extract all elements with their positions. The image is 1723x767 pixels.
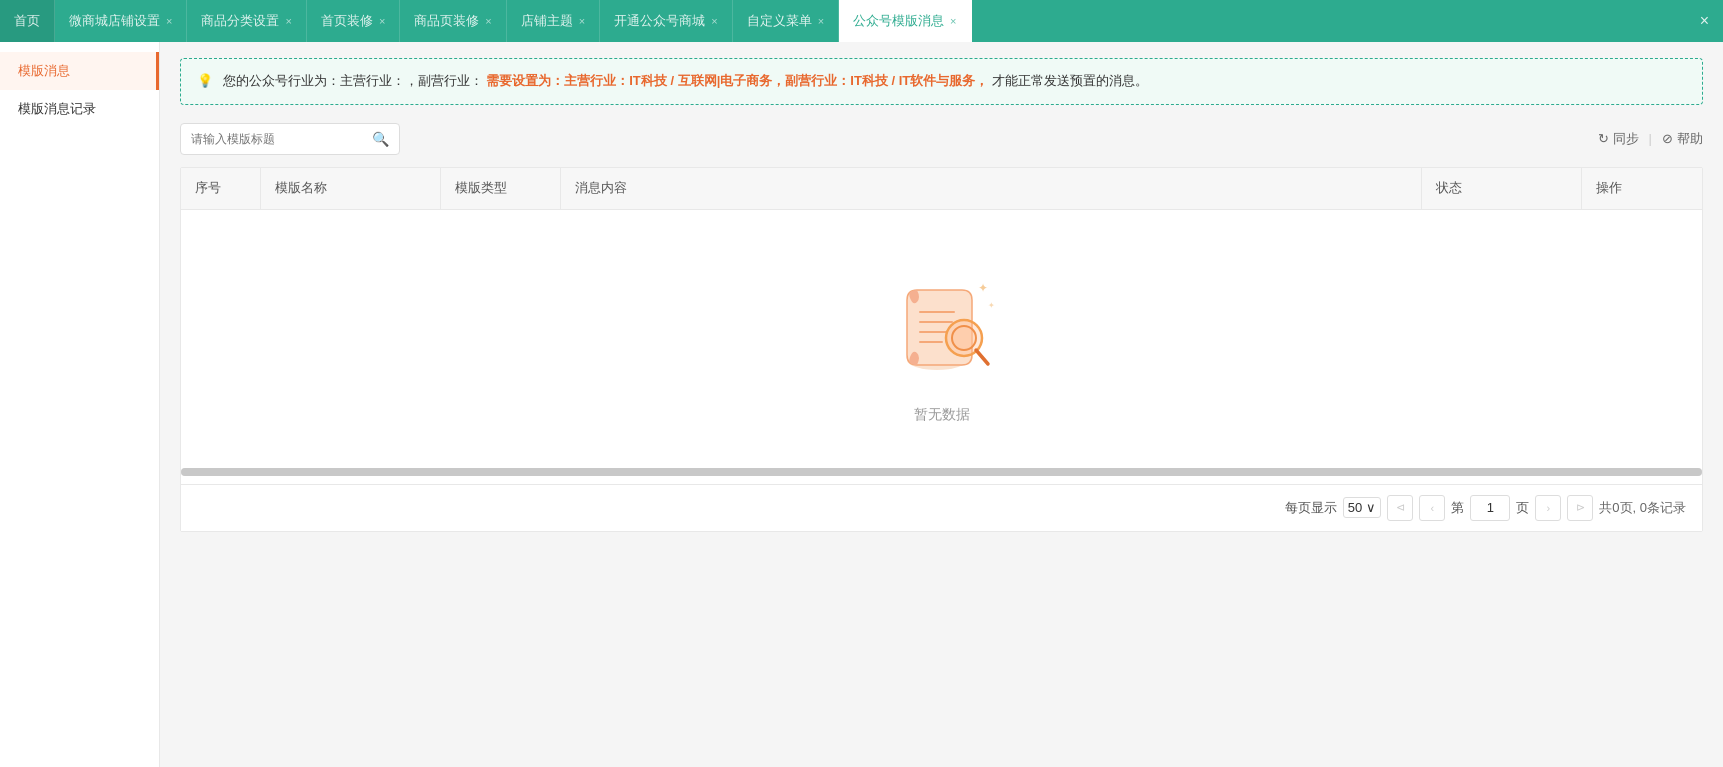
toolbar-divider: | — [1649, 131, 1652, 146]
close-icon[interactable]: × — [711, 15, 717, 27]
di-label: 第 — [1451, 499, 1464, 517]
notice-suffix: 才能正常发送预置的消息。 — [992, 73, 1148, 88]
nav-tab-open-mall[interactable]: 开通公众号商城 × — [600, 0, 732, 42]
total-info: 共0页, 0条记录 — [1599, 499, 1686, 517]
close-icon[interactable]: × — [166, 15, 172, 27]
table-header-name: 模版名称 — [261, 168, 441, 209]
close-icon[interactable]: × — [579, 15, 585, 27]
close-icon[interactable]: × — [818, 15, 824, 27]
search-area: 🔍 — [180, 123, 400, 155]
last-page-button[interactable]: ⊳ — [1567, 495, 1593, 521]
scrollbar-thumb[interactable] — [181, 468, 1702, 476]
empty-illustration: ✦ ✦ — [882, 270, 1002, 390]
table-header-status: 状态 — [1422, 168, 1582, 209]
page-unit: 页 — [1516, 499, 1529, 517]
nav-tab-template-msg[interactable]: 公众号模版消息 × — [839, 0, 971, 42]
sidebar-item-template-msg[interactable]: 模版消息 — [0, 52, 159, 90]
notice-prefix: 您的公众号行业为：主营行业：，副营行业： — [223, 73, 483, 88]
close-icon[interactable]: × — [485, 15, 491, 27]
pagination-bar: 每页显示 50 ∨ ⊲ ‹ 第 页 › ⊳ 共0页, 0条记录 — [181, 484, 1702, 531]
nav-tab-template-msg-label: 公众号模版消息 — [853, 12, 944, 30]
nav-tab-shop-theme[interactable]: 店铺主题 × — [507, 0, 600, 42]
search-button[interactable]: 🔍 — [362, 131, 399, 147]
search-icon: 🔍 — [372, 131, 389, 147]
notice-highlight: 需要设置为：主营行业：IT科技 / 互联网|电子商务，副营行业：IT科技 / I… — [486, 73, 988, 88]
data-table: 序号 模版名称 模版类型 消息内容 状态 操作 — [180, 167, 1703, 532]
table-header: 序号 模版名称 模版类型 消息内容 状态 操作 — [181, 168, 1702, 210]
nav-tab-shop-theme-label: 店铺主题 — [521, 12, 573, 30]
nav-tab-custom-menu[interactable]: 自定义菜单 × — [733, 0, 839, 42]
sync-button[interactable]: ↻ 同步 — [1598, 130, 1639, 148]
notice-box: 💡 您的公众号行业为：主营行业：，副营行业： 需要设置为：主营行业：IT科技 /… — [180, 58, 1703, 105]
column-label: 模版名称 — [275, 179, 327, 197]
nav-tab-wechat-shop[interactable]: 微商城店铺设置 × — [55, 0, 187, 42]
sidebar-item-label: 模版消息 — [18, 63, 70, 78]
nav-tab-product-category[interactable]: 商品分类设置 × — [187, 0, 306, 42]
close-icon[interactable]: × — [950, 15, 956, 27]
svg-text:✦: ✦ — [978, 281, 988, 295]
column-label: 状态 — [1436, 179, 1462, 197]
table-header-action: 操作 — [1582, 168, 1702, 209]
table-header-index: 序号 — [181, 168, 261, 209]
svg-text:✦: ✦ — [988, 301, 995, 310]
sidebar-item-label: 模版消息记录 — [18, 101, 96, 116]
nav-tab-home-decoration[interactable]: 首页装修 × — [307, 0, 400, 42]
nav-tab-product-decoration[interactable]: 商品页装修 × — [400, 0, 506, 42]
nav-tab-wechat-shop-label: 微商城店铺设置 — [69, 12, 160, 30]
toolbar: 🔍 ↻ 同步 | ⊘ 帮助 — [180, 123, 1703, 155]
table-header-type: 模版类型 — [441, 168, 561, 209]
sidebar: 模版消息 模版消息记录 — [0, 42, 160, 767]
help-label: 帮助 — [1677, 130, 1703, 148]
empty-state: ✦ ✦ 暂无数据 — [181, 210, 1702, 464]
first-page-button[interactable]: ⊲ — [1387, 495, 1413, 521]
column-label: 序号 — [195, 179, 221, 197]
sidebar-item-template-msg-record[interactable]: 模版消息记录 — [0, 90, 159, 128]
nav-tab-open-mall-label: 开通公众号商城 — [614, 12, 705, 30]
nav-tab-home-decoration-label: 首页装修 — [321, 12, 373, 30]
nav-tab-home[interactable]: 首页 — [0, 0, 55, 42]
table-header-content: 消息内容 — [561, 168, 1422, 209]
pagination-right: 每页显示 50 ∨ ⊲ ‹ 第 页 › ⊳ 共0页, 0条记录 — [1285, 495, 1686, 521]
nav-tab-product-category-label: 商品分类设置 — [201, 12, 279, 30]
notice-icon: 💡 — [197, 73, 213, 88]
column-label: 模版类型 — [455, 179, 507, 197]
close-icon[interactable]: × — [379, 15, 385, 27]
help-button[interactable]: ⊘ 帮助 — [1662, 130, 1703, 148]
top-nav: 首页 微商城店铺设置 × 商品分类设置 × 首页装修 × 商品页装修 × 店铺主… — [0, 0, 1723, 42]
svg-line-7 — [976, 350, 988, 364]
close-all-icon: × — [1700, 12, 1709, 30]
next-page-button[interactable]: › — [1535, 495, 1561, 521]
column-label: 操作 — [1596, 179, 1622, 197]
sync-icon: ↻ — [1598, 131, 1609, 146]
svg-point-6 — [952, 326, 976, 350]
nav-tab-product-decoration-label: 商品页装修 — [414, 12, 479, 30]
main-layout: 模版消息 模版消息记录 💡 您的公众号行业为：主营行业：，副营行业： 需要设置为… — [0, 42, 1723, 767]
close-icon[interactable]: × — [285, 15, 291, 27]
close-all-button[interactable]: × — [1686, 0, 1723, 42]
help-icon: ⊘ — [1662, 131, 1673, 146]
prev-page-button[interactable]: ‹ — [1419, 495, 1445, 521]
toolbar-right: ↻ 同步 | ⊘ 帮助 — [1598, 130, 1703, 148]
nav-tab-home-label: 首页 — [14, 12, 40, 30]
column-label: 消息内容 — [575, 179, 627, 197]
page-input[interactable] — [1470, 495, 1510, 521]
scrollbar-track[interactable] — [181, 468, 1702, 476]
content-area: 💡 您的公众号行业为：主营行业：，副营行业： 需要设置为：主营行业：IT科技 /… — [160, 42, 1723, 767]
chevron-down-icon: ∨ — [1366, 500, 1376, 515]
search-input[interactable] — [181, 132, 362, 146]
nav-tab-custom-menu-label: 自定义菜单 — [747, 12, 812, 30]
sync-label: 同步 — [1613, 130, 1639, 148]
page-size-select[interactable]: 50 ∨ — [1343, 497, 1381, 518]
page-size-value: 50 — [1348, 500, 1362, 515]
page-size-label: 每页显示 — [1285, 499, 1337, 517]
empty-text: 暂无数据 — [914, 406, 970, 424]
